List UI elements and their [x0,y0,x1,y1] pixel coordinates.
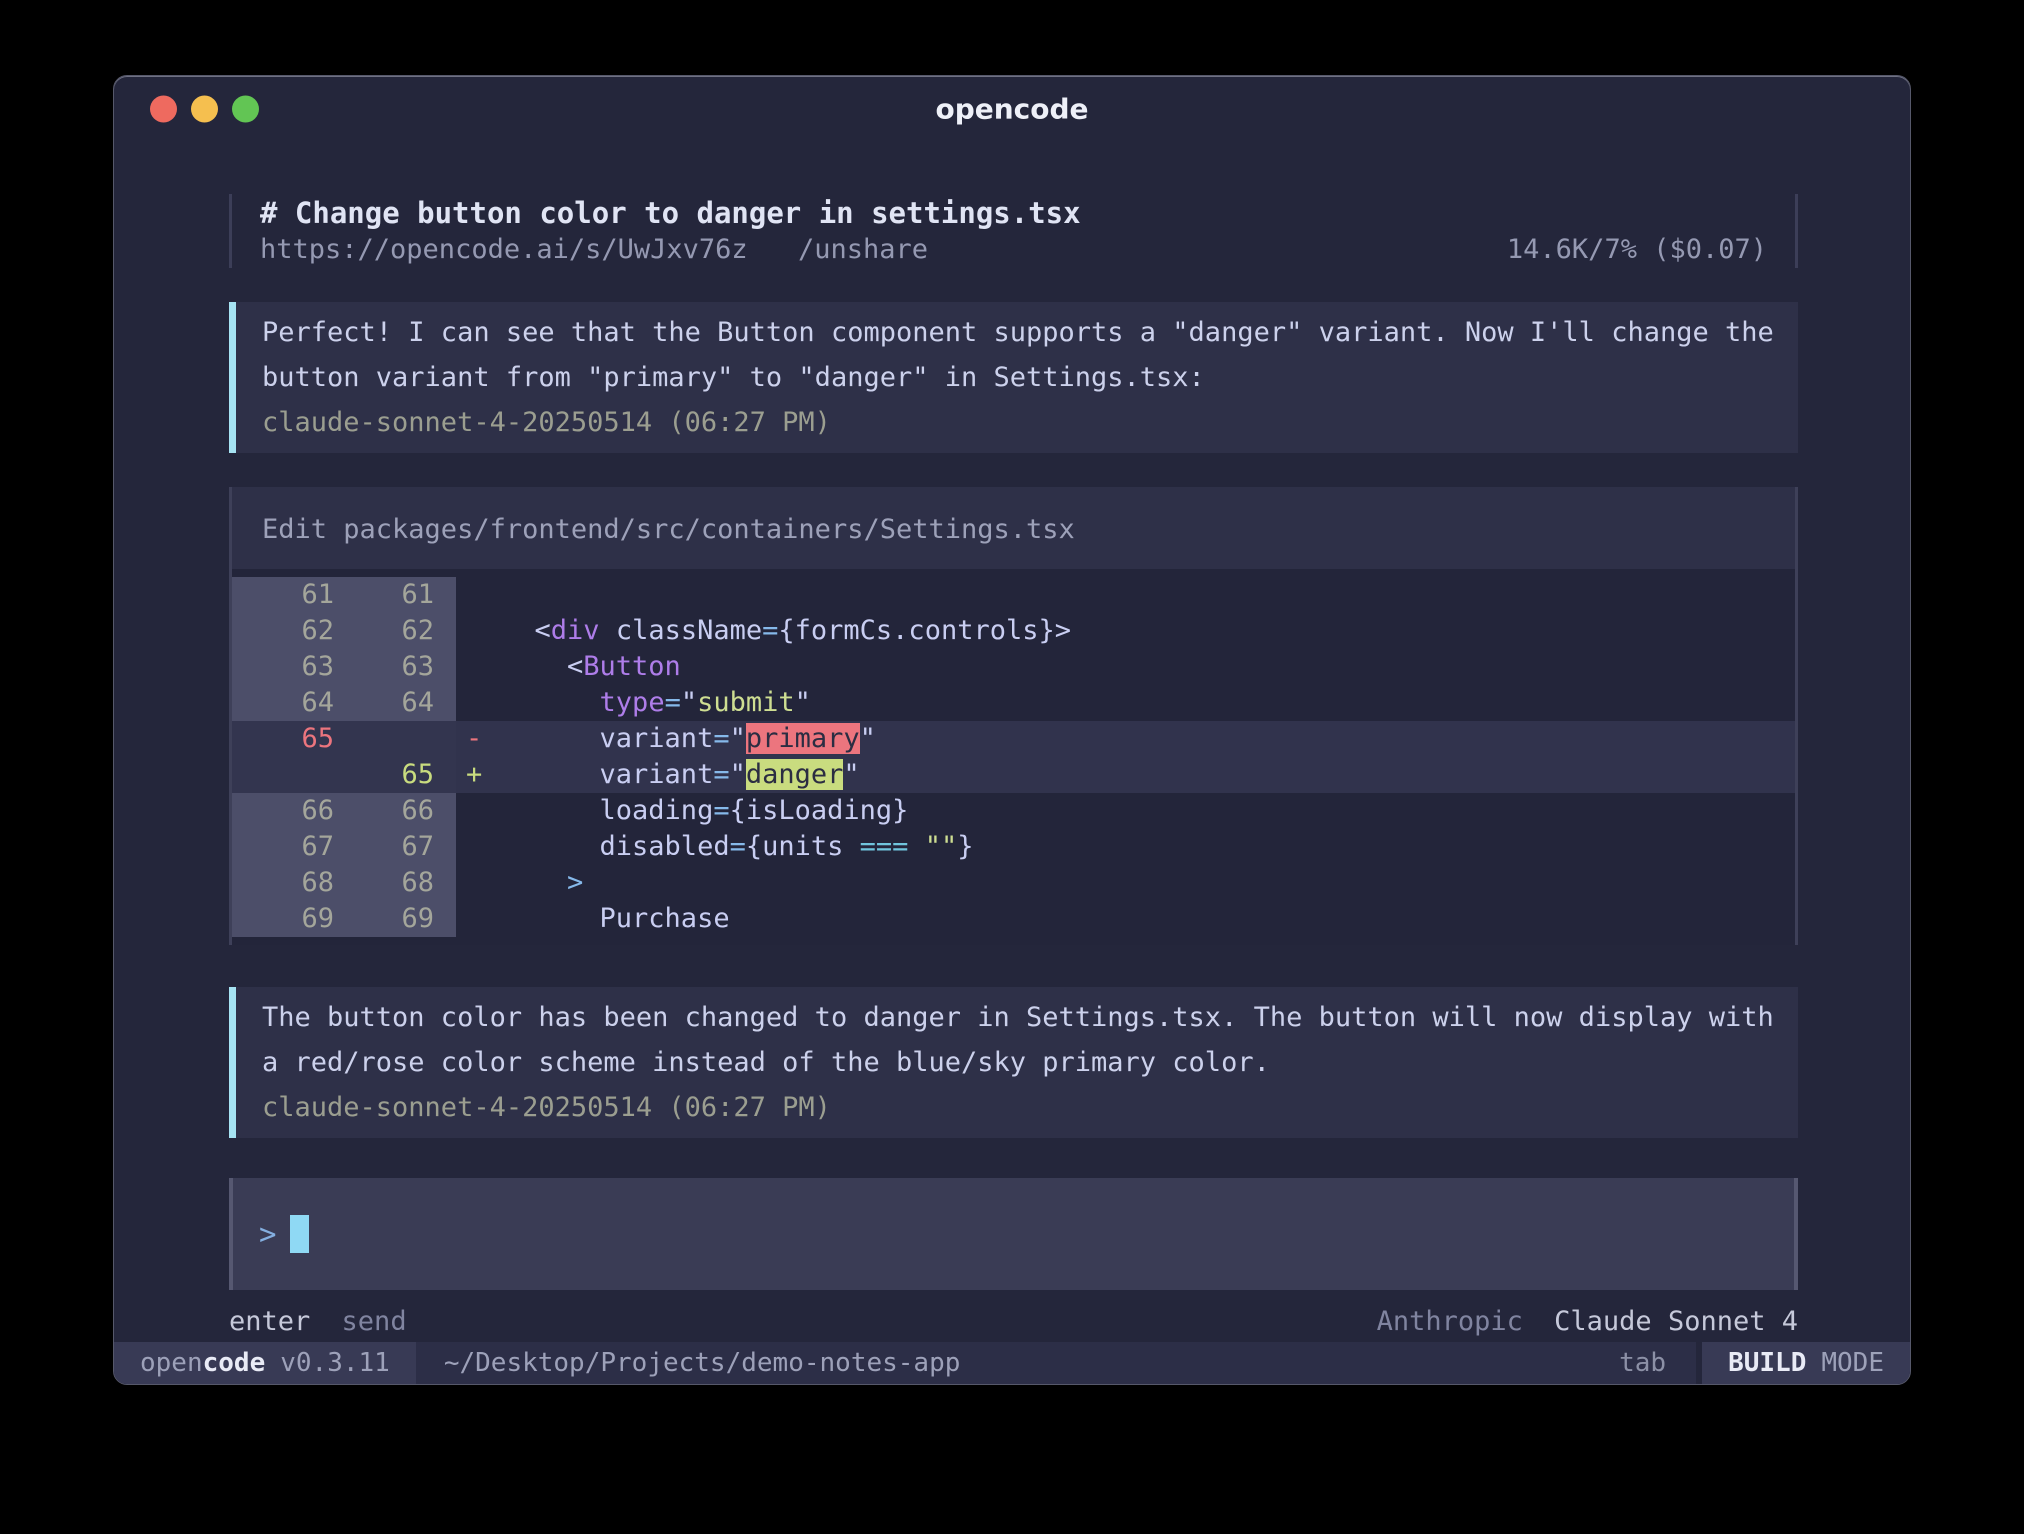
window-titlebar: opencode [114,76,1910,142]
code-text: disabled={units === ""} [502,829,1795,865]
diff-row: 6767 disabled={units === ""} [232,829,1795,865]
session-title: # Change button color to danger in setti… [260,194,1767,232]
code-text: variant="primary" [502,721,1795,757]
share-line: https://opencode.ai/s/UwJxv76z /unshare [260,232,928,268]
minimize-button[interactable] [191,96,218,123]
header-right-border [1795,194,1798,268]
mode-primary: BUILD [1728,1348,1806,1378]
old-line-number: 65 [232,721,356,757]
edit-tool-title: Edit packages/frontend/src/containers/Se… [232,487,1795,569]
session-header: # Change button color to danger in setti… [229,194,1798,268]
diff-sign: - [456,721,502,757]
message-text: Perfect! I can see that the Button compo… [262,310,1778,355]
diff-sign [456,577,502,613]
prompt-symbol: > [259,1217,276,1251]
old-line-number: 63 [232,649,356,685]
prompt-input[interactable]: > [229,1178,1798,1290]
model-name: Claude Sonnet 4 [1554,1306,1798,1337]
diff-sign [456,613,502,649]
share-url[interactable]: https://opencode.ai/s/UwJxv76z [260,234,748,265]
old-line-number: 67 [232,829,356,865]
brand-open: open [140,1348,203,1378]
diff-sign [456,793,502,829]
close-button[interactable] [150,96,177,123]
hint-action: send [342,1306,407,1337]
diff-row: 6262 <div className={formCs.controls}> [232,613,1795,649]
new-line-number: 64 [356,685,456,721]
model-indicator: Anthropic Claude Sonnet 4 [1377,1302,1798,1342]
model-timestamp: claude-sonnet-4-20250514 (06:27 PM) [262,400,1778,445]
assistant-message-2: The button color has been changed to dan… [229,987,1798,1138]
message-text: The button color has been changed to dan… [262,995,1778,1040]
message-text: a red/rose color scheme instead of the b… [262,1040,1778,1085]
token-usage: 14.6K/7% ($0.07) [1507,232,1767,268]
opencode-window: opencode # Change button color to danger… [113,75,1911,1385]
new-line-number: 67 [356,829,456,865]
old-line-number: 69 [232,901,356,937]
code-text: <div className={formCs.controls}> [502,613,1795,649]
diff-sign [456,865,502,901]
send-hint: enter send [229,1302,407,1342]
diff-row: 6969 Purchase [232,901,1795,937]
working-directory: ~/Desktop/Projects/demo-notes-app [444,1342,961,1384]
code-text: type="submit" [502,685,1795,721]
statusbar-spacer [960,1342,1619,1384]
maximize-button[interactable] [232,96,259,123]
old-line-number [232,757,356,793]
new-line-number: 68 [356,865,456,901]
model-timestamp: claude-sonnet-4-20250514 (06:27 PM) [262,1085,1778,1130]
code-text: > [502,865,1795,901]
tab-key-hint: tab [1619,1342,1696,1384]
old-line-number: 64 [232,685,356,721]
new-line-number: 62 [356,613,456,649]
unshare-command[interactable]: /unshare [798,234,928,265]
old-line-number: 68 [232,865,356,901]
new-line-number: 69 [356,901,456,937]
edit-tool-panel: Edit packages/frontend/src/containers/Se… [229,487,1798,945]
diff-rows: 61616262 <div className={formCs.controls… [232,569,1795,945]
diff-sign: + [456,757,502,793]
text-cursor [290,1215,309,1253]
diff-row: 6161 [232,577,1795,613]
new-line-number [356,721,456,757]
diff-sign [456,829,502,865]
window-title: opencode [935,93,1088,126]
code-text [502,577,1795,613]
new-line-number: 61 [356,577,456,613]
hint-key: enter [229,1306,310,1337]
mode-segment: BUILD MODE [1702,1342,1910,1384]
version-label: v0.3.11 [280,1348,390,1378]
new-line-number: 63 [356,649,456,685]
brand-code: code [203,1348,266,1378]
provider-name: Anthropic [1377,1306,1523,1337]
traffic-lights [150,96,259,123]
hint-bar: enter send Anthropic Claude Sonnet 4 [229,1302,1798,1342]
mode-secondary: MODE [1821,1348,1884,1378]
diff-row: 65+ variant="danger" [232,757,1795,793]
old-line-number: 62 [232,613,356,649]
assistant-message-1: Perfect! I can see that the Button compo… [229,302,1798,453]
new-line-number: 66 [356,793,456,829]
diff-sign [456,685,502,721]
app-version-segment: opencode v0.3.11 [114,1342,416,1384]
diff-sign [456,649,502,685]
diff-sign [456,901,502,937]
new-line-number: 65 [356,757,456,793]
diff-row: 6666 loading={isLoading} [232,793,1795,829]
code-text: loading={isLoading} [502,793,1795,829]
diff-row: 6868 > [232,865,1795,901]
diff-row: 65 - variant="primary" [232,721,1795,757]
old-line-number: 61 [232,577,356,613]
code-text: variant="danger" [502,757,1795,793]
diff-row: 6464 type="submit" [232,685,1795,721]
code-text: <Button [502,649,1795,685]
old-line-number: 66 [232,793,356,829]
code-text: Purchase [502,901,1795,937]
main-content: # Change button color to danger in setti… [114,142,1910,1342]
diff-row: 6363 <Button [232,649,1795,685]
status-bar: opencode v0.3.11 ~/Desktop/Projects/demo… [114,1342,1910,1384]
message-text: button variant from "primary" to "danger… [262,355,1778,400]
